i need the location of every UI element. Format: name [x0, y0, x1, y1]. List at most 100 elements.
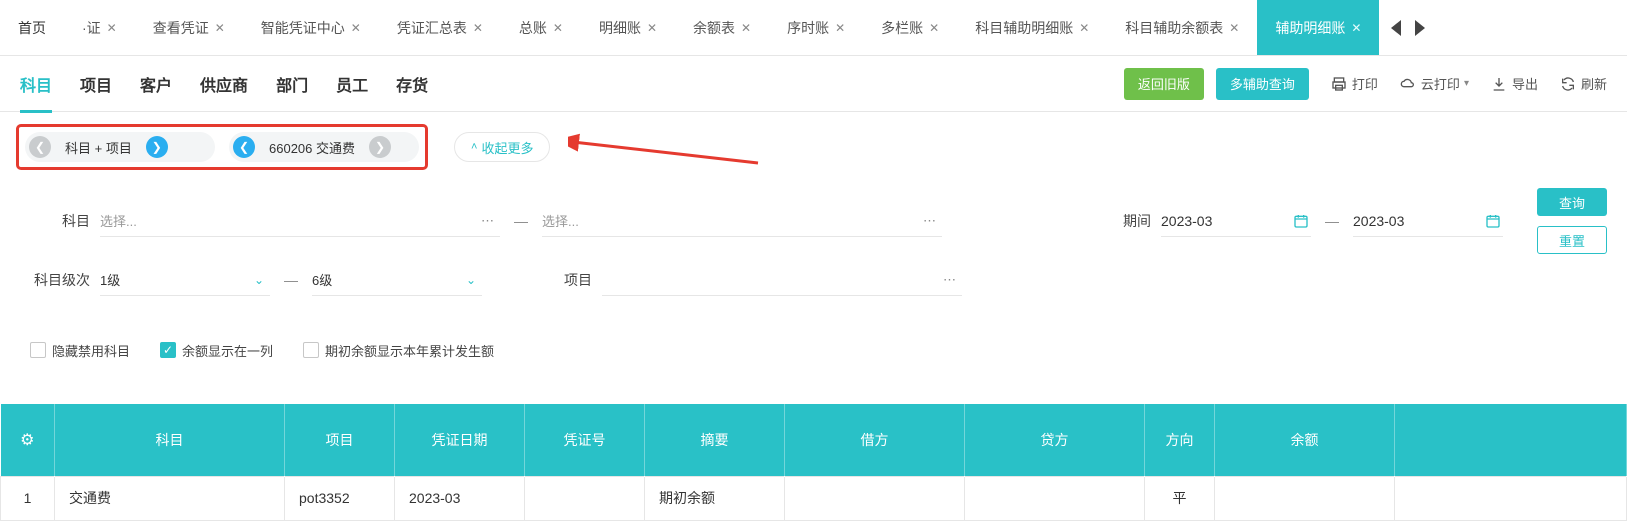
nav-tab-6[interactable]: 余额表✕ — [675, 0, 769, 55]
scroll-right-icon[interactable] — [1415, 20, 1425, 36]
ellipsis-icon[interactable]: ⋯ — [923, 213, 938, 229]
close-icon[interactable]: ✕ — [1229, 21, 1239, 35]
range-dash: — — [284, 272, 298, 288]
period-from-input[interactable]: 2023-03 — [1161, 205, 1311, 237]
cell-direction: 平 — [1145, 476, 1215, 520]
multi-query-button[interactable]: 多辅助查询 — [1216, 68, 1309, 100]
nav-home-label: 首页 — [18, 18, 46, 38]
opening-balance-checkbox[interactable]: 期初余额显示本年累计发生额 — [303, 341, 494, 360]
cat-subject[interactable]: 科目 — [20, 72, 52, 96]
close-icon[interactable]: ✕ — [1351, 21, 1361, 35]
nav-tab-label: 科目辅助明细账 — [975, 18, 1073, 38]
print-button[interactable]: 打印 — [1331, 68, 1378, 100]
nav-tab-9[interactable]: 科目辅助明细账 ✕ — [957, 0, 1107, 55]
level-to-select[interactable]: 6级 ⌄ — [312, 264, 482, 296]
nav-tab-0[interactable]: ·证✕ — [64, 0, 135, 55]
cell-debit — [785, 476, 965, 520]
close-icon[interactable]: ✕ — [929, 21, 939, 35]
nav-tab-label: 明细账 — [599, 18, 641, 38]
cat-department[interactable]: 部门 — [276, 72, 308, 96]
ellipsis-icon[interactable]: ⋯ — [481, 213, 496, 229]
level-from-select[interactable]: 1级 ⌄ — [100, 264, 270, 296]
col-balance: 余额 — [1215, 404, 1395, 476]
close-icon[interactable]: ✕ — [741, 21, 751, 35]
calendar-icon[interactable] — [1293, 212, 1309, 229]
ellipsis-icon[interactable]: ⋯ — [943, 272, 958, 288]
date-value: 2023-03 — [1161, 213, 1212, 229]
cat-inventory[interactable]: 存货 — [396, 72, 428, 96]
nav-tab-label: 辅助明细账 — [1275, 18, 1345, 38]
cat-supplier[interactable]: 供应商 — [200, 72, 248, 96]
printer-icon — [1331, 76, 1347, 92]
nav-tab-4[interactable]: 总账✕ — [501, 0, 581, 55]
prev-icon[interactable]: ❮ — [233, 136, 255, 158]
placeholder-text: 选择... — [100, 211, 137, 230]
nav-tab-label: 序时账 — [787, 18, 829, 38]
cat-customer[interactable]: 客户 — [140, 72, 172, 96]
gear-icon[interactable]: ⚙ — [20, 432, 34, 449]
nav-tab-5[interactable]: 明细账 ✕ — [581, 0, 675, 55]
query-button[interactable]: 查询 — [1537, 188, 1607, 216]
nav-home[interactable]: 首页 — [0, 0, 64, 55]
scroll-left-icon[interactable] — [1391, 20, 1401, 36]
next-icon[interactable]: ❯ — [146, 136, 168, 158]
close-icon[interactable]: ✕ — [215, 21, 225, 35]
export-button[interactable]: 导出 — [1491, 68, 1538, 100]
chevron-up-icon: ˄ — [471, 141, 477, 153]
nav-tab-10[interactable]: 科目辅助余额表✕ — [1107, 0, 1257, 55]
reset-button[interactable]: 重置 — [1537, 226, 1607, 254]
chevron-down-icon: ⌄ — [466, 273, 476, 287]
subject-label: 科目 — [20, 211, 100, 231]
select-value: 1级 — [100, 270, 120, 289]
nav-tab-label: 智能凭证中心 — [261, 18, 345, 38]
nav-tab-2[interactable]: 智能凭证中心 ✕ — [243, 0, 379, 55]
refresh-label: 刷新 — [1581, 74, 1607, 93]
close-icon[interactable]: ✕ — [473, 21, 483, 35]
nav-tab-active[interactable]: 辅助明细账 ✕ — [1257, 0, 1379, 55]
close-icon[interactable]: ✕ — [351, 21, 361, 35]
project-input[interactable]: ⋯ — [602, 264, 962, 296]
cell-voucher-no — [525, 476, 645, 520]
nav-tab-8[interactable]: 多栏账✕ — [863, 0, 957, 55]
refresh-icon — [1560, 76, 1576, 92]
prev-icon[interactable]: ❮ — [29, 136, 51, 158]
nav-tab-3[interactable]: 凭证汇总表✕ — [379, 0, 501, 55]
cell-summary: 期初余额 — [645, 476, 785, 520]
cloud-print-icon — [1400, 76, 1416, 92]
next-icon[interactable]: ❯ — [369, 136, 391, 158]
highlight-box: ❮ 科目 + 项目 ❯ ❮ 660206 交通费 ❯ — [16, 124, 428, 170]
subject-from-input[interactable]: 选择... ⋯ — [100, 205, 500, 237]
result-table: ⚙ 科目 项目 凭证日期 凭证号 摘要 借方 贷方 方向 余额 1 交通费 po… — [0, 404, 1627, 521]
balance-one-col-checkbox[interactable]: ✓ 余额显示在一列 — [160, 341, 273, 360]
pill-subject-project[interactable]: ❮ 科目 + 项目 ❯ — [25, 132, 215, 162]
export-label: 导出 — [1512, 74, 1538, 93]
table-row[interactable]: 1 交通费 pot3352 2023-03 期初余额 平 — [1, 476, 1627, 520]
pill-account[interactable]: ❮ 660206 交通费 ❯ — [229, 132, 419, 162]
nav-tab-1[interactable]: 查看凭证✕ — [135, 0, 243, 55]
export-icon — [1491, 76, 1507, 92]
cat-employee[interactable]: 员工 — [336, 72, 368, 96]
close-icon[interactable]: ✕ — [1079, 21, 1089, 35]
nav-tab-7[interactable]: 序时账 ✕ — [769, 0, 863, 55]
nav-tabs: 首页 ·证✕ 查看凭证✕ 智能凭证中心 ✕ 凭证汇总表✕ 总账✕ 明细账 ✕ 余额表… — [0, 0, 1627, 56]
close-icon[interactable]: ✕ — [647, 21, 657, 35]
col-gear[interactable]: ⚙ — [1, 404, 55, 476]
col-project: 项目 — [285, 404, 395, 476]
subject-to-input[interactable]: 选择... ⋯ — [542, 205, 942, 237]
col-voucher-no: 凭证号 — [525, 404, 645, 476]
close-icon[interactable]: ✕ — [553, 21, 563, 35]
back-old-button[interactable]: 返回旧版 — [1124, 68, 1204, 100]
cat-project[interactable]: 项目 — [80, 72, 112, 96]
period-to-input[interactable]: 2023-03 — [1353, 205, 1503, 237]
cell-credit — [965, 476, 1145, 520]
hide-disabled-checkbox[interactable]: 隐藏禁用科目 — [30, 341, 130, 360]
collapse-more-button[interactable]: ˄ 收起更多 — [454, 132, 550, 162]
nav-scroll — [1379, 0, 1437, 55]
refresh-button[interactable]: 刷新 — [1560, 68, 1607, 100]
cloud-print-button[interactable]: 云打印 ▾ — [1400, 68, 1469, 100]
close-icon[interactable]: ✕ — [107, 21, 117, 35]
checkbox-box: ✓ — [160, 342, 176, 358]
calendar-icon[interactable] — [1485, 212, 1501, 229]
col-debit: 借方 — [785, 404, 965, 476]
close-icon[interactable]: ✕ — [835, 21, 845, 35]
